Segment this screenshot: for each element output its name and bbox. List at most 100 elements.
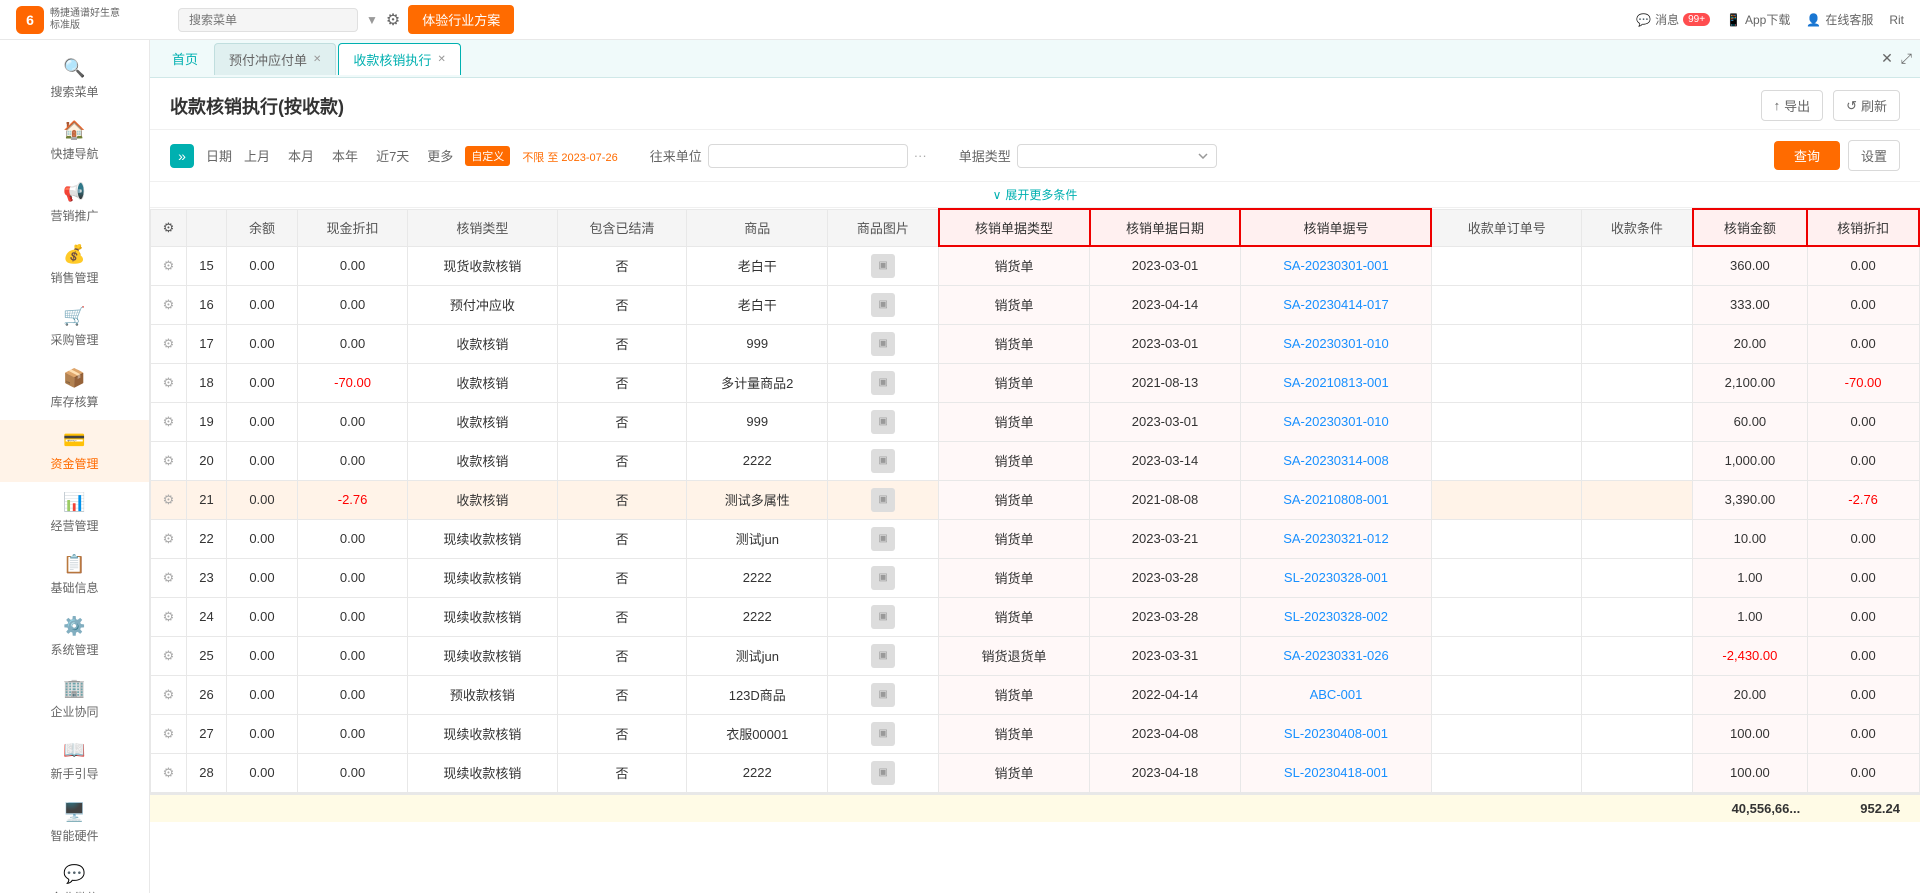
td-settings[interactable]: ⚙ bbox=[151, 441, 187, 480]
td-settings[interactable]: ⚙ bbox=[151, 558, 187, 597]
dropdown-arrow[interactable]: ▼ bbox=[366, 13, 378, 27]
receipt-type-select[interactable] bbox=[1017, 144, 1217, 168]
date-btn-7days[interactable]: 近7天 bbox=[370, 144, 415, 167]
refresh-btn[interactable]: ↺ 刷新 bbox=[1833, 90, 1900, 121]
sidebar-item-basic[interactable]: 📋 基础信息 bbox=[0, 544, 149, 606]
bill-no-link[interactable]: SA-20230301-010 bbox=[1283, 414, 1389, 429]
bill-no-link[interactable]: ABC-001 bbox=[1310, 687, 1363, 702]
bill-no-link[interactable]: SA-20230301-010 bbox=[1283, 336, 1389, 351]
bill-no-link[interactable]: SL-20230408-001 bbox=[1284, 726, 1388, 741]
page-header: 收款核销执行(按收款) ↑ 导出 ↺ 刷新 bbox=[150, 78, 1920, 130]
td-verify-bill-date: 2023-04-14 bbox=[1090, 285, 1241, 324]
td-balance: 0.00 bbox=[227, 636, 298, 675]
th-settings[interactable]: ⚙ bbox=[151, 209, 187, 246]
td-product: 999 bbox=[687, 402, 828, 441]
message-item[interactable]: 💬 消息 99+ bbox=[1636, 11, 1710, 28]
user-item[interactable]: Rit bbox=[1889, 13, 1904, 27]
td-settings[interactable]: ⚙ bbox=[151, 597, 187, 636]
bill-no-link[interactable]: SA-20230414-017 bbox=[1283, 297, 1389, 312]
td-include-settled: 否 bbox=[557, 285, 687, 324]
bill-no-link[interactable]: SA-20230331-026 bbox=[1283, 648, 1389, 663]
sidebar-item-operations[interactable]: 📊 经营管理 bbox=[0, 482, 149, 544]
sidebar-label-wechat: 企业微信 bbox=[50, 889, 98, 893]
bill-no-link[interactable]: SA-20210813-001 bbox=[1283, 375, 1389, 390]
td-settings[interactable]: ⚙ bbox=[151, 480, 187, 519]
bill-no-link[interactable]: SA-20230301-001 bbox=[1283, 258, 1389, 273]
td-settings[interactable]: ⚙ bbox=[151, 636, 187, 675]
sidebar-item-smart[interactable]: 🖥️ 智能硬件 bbox=[0, 792, 149, 854]
td-settings[interactable]: ⚙ bbox=[151, 402, 187, 441]
date-custom-badge[interactable]: 自定义 bbox=[465, 146, 510, 166]
industry-btn[interactable]: 体验行业方案 bbox=[408, 5, 514, 34]
date-btn-this-month[interactable]: 本月 bbox=[282, 144, 320, 167]
filter-expand-btn[interactable]: » bbox=[170, 144, 194, 168]
sidebar-item-marketing[interactable]: 📢 营销推广 bbox=[0, 172, 149, 234]
settings-icon[interactable]: ⚙ bbox=[163, 220, 175, 235]
sidebar-item-wechat[interactable]: 💬 企业微信 bbox=[0, 854, 149, 893]
bill-no-link[interactable]: SL-20230328-001 bbox=[1284, 570, 1388, 585]
online-service-item[interactable]: 👤 在线客服 bbox=[1806, 11, 1873, 28]
bill-no-link[interactable]: SA-20230321-012 bbox=[1283, 531, 1389, 546]
td-settings[interactable]: ⚙ bbox=[151, 285, 187, 324]
sidebar-item-enterprise[interactable]: 🏢 企业协同 bbox=[0, 668, 149, 730]
tab-home[interactable]: 首页 bbox=[158, 43, 212, 74]
td-settings[interactable]: ⚙ bbox=[151, 519, 187, 558]
sidebar-item-quick[interactable]: 🏠 快捷导航 bbox=[0, 110, 149, 172]
export-btn[interactable]: ↑ 导出 bbox=[1761, 90, 1824, 121]
td-balance: 0.00 bbox=[227, 714, 298, 753]
td-receipt-condition bbox=[1582, 636, 1693, 675]
tab-prepay-close[interactable]: ✕ bbox=[313, 54, 321, 65]
query-btn[interactable]: 查询 bbox=[1774, 141, 1840, 170]
sidebar-item-guide[interactable]: 📖 新手引导 bbox=[0, 730, 149, 792]
expand-conditions-btn[interactable]: ∨ 展开更多条件 bbox=[993, 186, 1078, 203]
sidebar-item-system[interactable]: ⚙️ 系统管理 bbox=[0, 606, 149, 668]
td-verify-discount: 0.00 bbox=[1807, 441, 1919, 480]
td-verify-type: 现续收款核销 bbox=[408, 519, 557, 558]
table-container[interactable]: ⚙ 余额 现金折扣 核销类型 包含已结清 商品 商品图片 核销单据类型 核销单据… bbox=[150, 208, 1920, 893]
bill-no-link[interactable]: SA-20230314-008 bbox=[1283, 453, 1389, 468]
td-verify-bill-type: 销货单 bbox=[939, 519, 1090, 558]
table-body: ⚙ 15 0.00 0.00 现货收款核销 否 老白干 ▣ 销货单 2023-0… bbox=[151, 246, 1920, 792]
table-row: ⚙ 22 0.00 0.00 现续收款核销 否 测试jun ▣ 销货单 2023… bbox=[151, 519, 1920, 558]
td-settings[interactable]: ⚙ bbox=[151, 675, 187, 714]
td-settings[interactable]: ⚙ bbox=[151, 246, 187, 285]
th-include-settled: 包含已结清 bbox=[557, 209, 687, 246]
sidebar-item-search[interactable]: 🔍 搜索菜单 bbox=[0, 48, 149, 110]
tab-maximize-btn[interactable]: ⤢ bbox=[1901, 50, 1912, 67]
sidebar-item-sales[interactable]: 💰 销售管理 bbox=[0, 234, 149, 296]
td-product: 测试多属性 bbox=[687, 480, 828, 519]
bill-no-link[interactable]: SL-20230328-002 bbox=[1284, 609, 1388, 624]
tab-prepay[interactable]: 预付冲应付单 ✕ bbox=[214, 43, 336, 75]
td-balance: 0.00 bbox=[227, 597, 298, 636]
th-balance: 余额 bbox=[227, 209, 298, 246]
date-btn-more[interactable]: 更多 bbox=[421, 144, 459, 167]
sidebar-item-purchase[interactable]: 🛒 采购管理 bbox=[0, 296, 149, 358]
service-icon: 👤 bbox=[1806, 13, 1821, 27]
bill-no-link[interactable]: SL-20230418-001 bbox=[1284, 765, 1388, 780]
app-download-item[interactable]: 📱 App下载 bbox=[1726, 11, 1790, 28]
sidebar-item-finance[interactable]: 💳 资金管理 bbox=[0, 420, 149, 482]
settings-icon[interactable]: ⚙ bbox=[386, 10, 400, 30]
enterprise-icon: 🏢 bbox=[63, 678, 85, 699]
td-settings[interactable]: ⚙ bbox=[151, 714, 187, 753]
table-row: ⚙ 26 0.00 0.00 预收款核销 否 123D商品 ▣ 销货单 2022… bbox=[151, 675, 1920, 714]
td-balance: 0.00 bbox=[227, 363, 298, 402]
date-btn-this-year[interactable]: 本年 bbox=[326, 144, 364, 167]
from-unit-input[interactable] bbox=[708, 144, 908, 168]
td-receipt-order-no bbox=[1431, 558, 1581, 597]
footer-verify-discount-total: 952.24 bbox=[1860, 801, 1900, 816]
td-no: 26 bbox=[187, 675, 227, 714]
td-settings[interactable]: ⚙ bbox=[151, 753, 187, 792]
filter-setting-btn[interactable]: 设置 bbox=[1848, 140, 1900, 171]
td-settings[interactable]: ⚙ bbox=[151, 363, 187, 402]
tab-receipt-close[interactable]: ✕ bbox=[437, 54, 445, 65]
td-settings[interactable]: ⚙ bbox=[151, 324, 187, 363]
sidebar-item-inventory[interactable]: 📦 库存核算 bbox=[0, 358, 149, 420]
bill-no-link[interactable]: SA-20210808-001 bbox=[1283, 492, 1389, 507]
date-filter-group: 日期 上月 本月 本年 近7天 更多 自定义 不限 至 2023-07-26 bbox=[206, 144, 618, 167]
tab-close-btn[interactable]: ✕ bbox=[1881, 50, 1893, 67]
date-btn-last-month[interactable]: 上月 bbox=[238, 144, 276, 167]
td-balance: 0.00 bbox=[227, 480, 298, 519]
tab-receipt[interactable]: 收款核销执行 ✕ bbox=[338, 43, 460, 75]
top-search-input[interactable] bbox=[178, 8, 358, 32]
